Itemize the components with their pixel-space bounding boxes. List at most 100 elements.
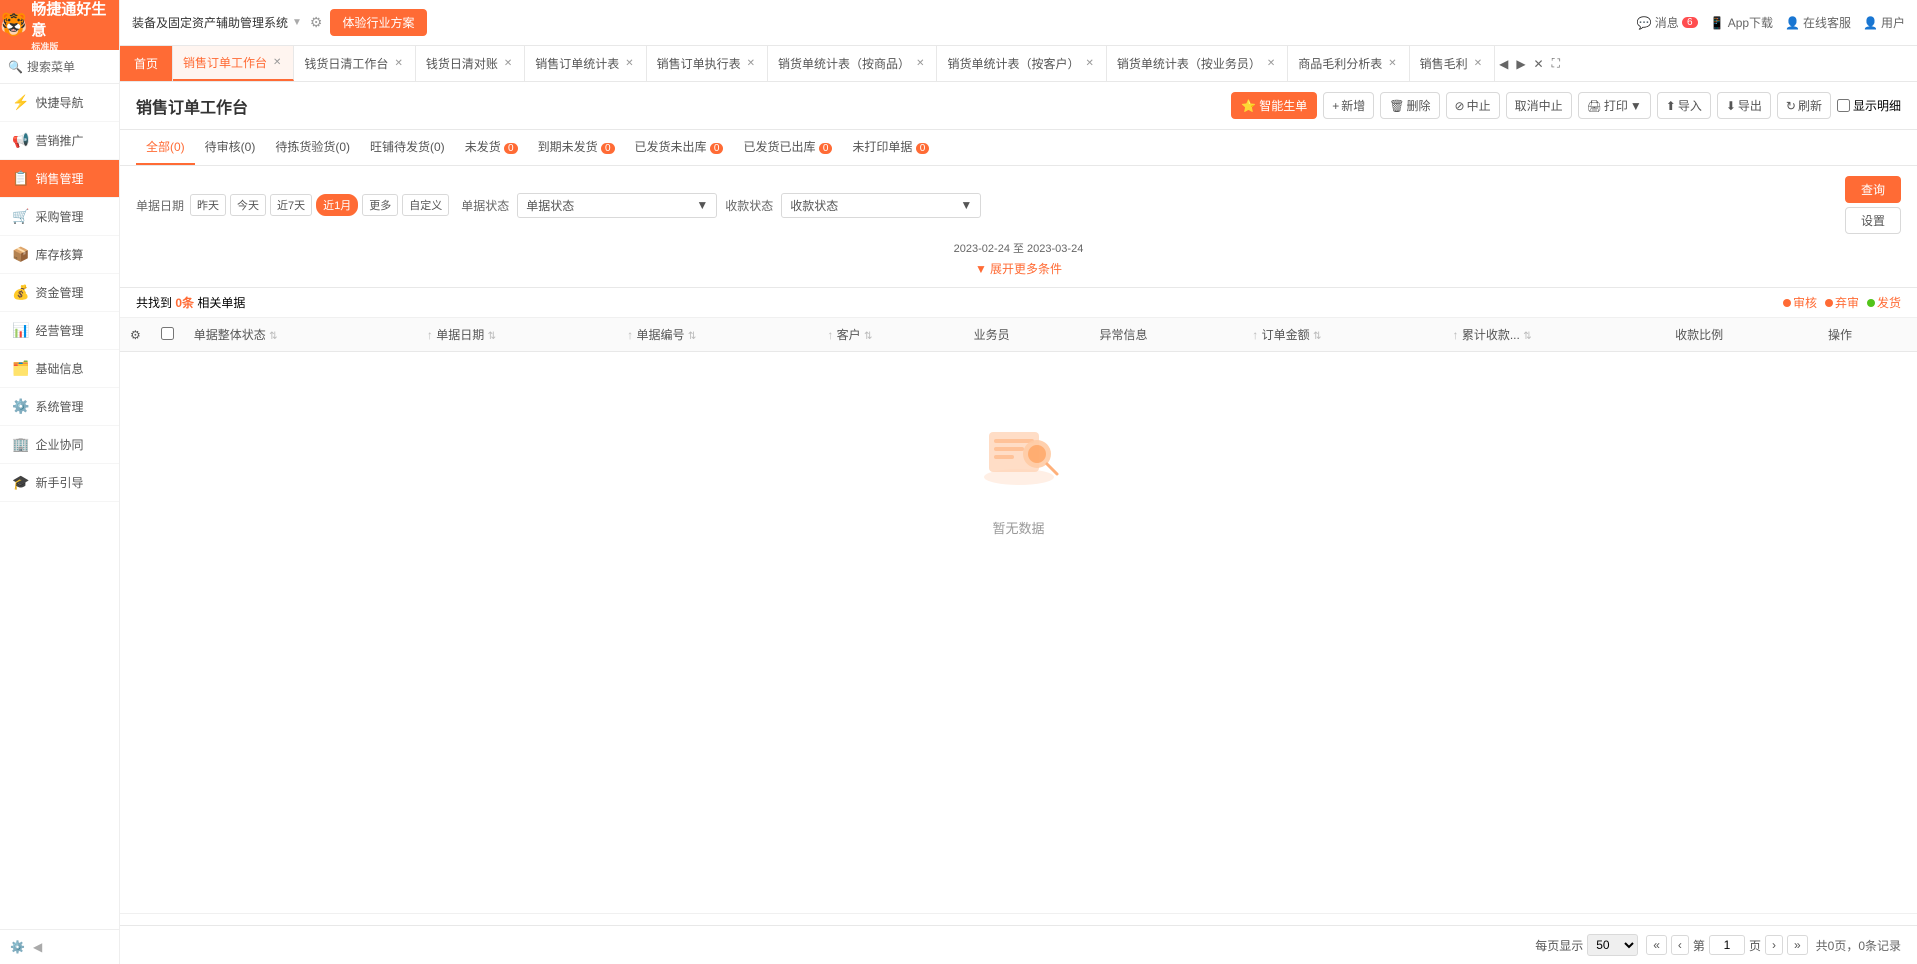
tab-sales-exec[interactable]: 销售订单执行表 ✕ (647, 46, 768, 81)
page-input[interactable] (1709, 935, 1745, 955)
per-page-select[interactable]: 10 20 50 100 (1587, 934, 1638, 956)
tab-sales-by-product[interactable]: 销货单统计表（按商品） ✕ (768, 46, 937, 81)
settings-icon[interactable]: ⚙️ (10, 940, 25, 954)
sidebar-item-sys-mgmt[interactable]: ⚙️ 系统管理 (0, 388, 119, 426)
system-selector[interactable]: 装备及固定资产辅助管理系统 ▼ (132, 14, 302, 31)
tab-sales-by-staff[interactable]: 销货单统计表（按业务员） ✕ (1107, 46, 1288, 81)
settings-gear-icon[interactable]: ⚙ (310, 14, 323, 31)
tab-cash-reconcile[interactable]: 钱货日清对账 ✕ (416, 46, 525, 81)
tab-sales-workbench[interactable]: 销售订单工作台 ✕ (173, 46, 294, 81)
status-filter-select[interactable]: 单据状态 ▼ (517, 193, 717, 218)
cancel-review-btn[interactable]: 弃审 (1825, 294, 1859, 311)
review-btn[interactable]: 审核 (1783, 294, 1817, 311)
tab-close-icon[interactable]: ✕ (1472, 56, 1484, 71)
expand-btn[interactable]: ▼ 展开更多条件 (975, 260, 1062, 277)
page-first-btn[interactable]: « (1646, 935, 1667, 955)
empty-illustration (969, 412, 1069, 508)
status-tab-pending-inspection[interactable]: 待拣货验货(0) (265, 130, 360, 165)
tab-close-icon[interactable]: ✕ (1386, 56, 1398, 71)
sidebar-item-enterprise[interactable]: 🏢 企业协同 (0, 426, 119, 464)
sidebar-item-sales-mgmt[interactable]: 📋 销售管理 (0, 160, 119, 198)
tab-close-icon[interactable]: ✕ (392, 56, 404, 71)
ship-btn[interactable]: 发货 (1867, 294, 1901, 311)
page-next-btn[interactable]: › (1765, 935, 1783, 955)
tab-close-all[interactable]: ✕ (1530, 46, 1548, 81)
tab-close-icon[interactable]: ✕ (914, 56, 926, 71)
user-btn[interactable]: 👤 用户 (1863, 14, 1905, 31)
sort-icon[interactable]: ⇅ (688, 331, 696, 342)
finance-icon: 💰 (12, 284, 29, 301)
print-btn[interactable]: 🖨 打印 ▼ (1578, 92, 1651, 119)
sidebar-item-finance[interactable]: 💰 资金管理 (0, 274, 119, 312)
tab-nav-prev[interactable]: ◀ (1495, 46, 1512, 81)
status-tab-wangpu[interactable]: 旺铺待发货(0) (360, 130, 455, 165)
sidebar-item-quick-nav[interactable]: ⚡ 快捷导航 (0, 84, 119, 122)
export-btn[interactable]: ⬇ 导出 (1717, 92, 1771, 119)
sidebar-item-sales-promo[interactable]: 📢 营销推广 (0, 122, 119, 160)
th-checkbox[interactable] (151, 318, 184, 352)
tab-close-icon[interactable]: ✕ (745, 56, 757, 71)
delete-btn[interactable]: 🗑 删除 (1380, 92, 1439, 119)
status-tab-all[interactable]: 全部(0) (136, 130, 195, 165)
th-gear[interactable]: ⚙ (120, 318, 151, 352)
stop-btn[interactable]: ⊘ 中止 (1446, 92, 1500, 119)
status-tab-not-printed[interactable]: 未打印单据 0 (842, 130, 939, 165)
sort-icon[interactable]: ⇅ (864, 331, 872, 342)
show-detail-checkbox[interactable] (1837, 99, 1850, 112)
set-btn[interactable]: 设置 (1845, 207, 1901, 234)
sidebar-item-purchase-mgmt[interactable]: 🛒 采购管理 (0, 198, 119, 236)
date-more-btn[interactable]: 更多 (362, 194, 398, 216)
horizontal-scrollbar[interactable] (120, 913, 1917, 925)
status-tab-shipped-out[interactable]: 已发货已出库 0 (733, 130, 842, 165)
sidebar-item-basic-info[interactable]: 🗂️ 基础信息 (0, 350, 119, 388)
tab-close-icon[interactable]: ✕ (502, 56, 514, 71)
sidebar-item-guide[interactable]: 🎓 新手引导 (0, 464, 119, 502)
sort-icon[interactable]: ⇅ (1313, 331, 1321, 342)
sidebar-item-inventory[interactable]: 📦 库存核算 (0, 236, 119, 274)
date-yesterday-btn[interactable]: 昨天 (190, 194, 226, 216)
tab-close-icon[interactable]: ✕ (1265, 56, 1277, 71)
tab-home[interactable]: 首页 (120, 46, 173, 81)
import-btn[interactable]: ⬆ 导入 (1657, 92, 1711, 119)
date-today-btn[interactable]: 今天 (230, 194, 266, 216)
status-tab-not-shipped[interactable]: 未发货 0 (455, 130, 528, 165)
tab-sales-gross[interactable]: 销售毛利 ✕ (1410, 46, 1495, 81)
status-tab-overdue[interactable]: 到期未发货 0 (528, 130, 625, 165)
sidebar-search[interactable]: 🔍 搜索菜单 (0, 50, 119, 84)
tab-cash-daily[interactable]: 钱货日清工作台 ✕ (294, 46, 415, 81)
online-service-btn[interactable]: 👤 在线客服 (1785, 14, 1851, 31)
sort-icon[interactable]: ⇅ (269, 331, 277, 342)
message-btn[interactable]: 💬 消息 6 (1637, 14, 1698, 31)
date-custom-btn[interactable]: 自定义 (402, 194, 449, 216)
trial-btn[interactable]: 体验行业方案 (330, 9, 426, 36)
status-tab-shipped-not-warehouse[interactable]: 已发货未出库 0 (625, 130, 734, 165)
status-tab-pending-review[interactable]: 待审核(0) (195, 130, 266, 165)
date-7days-btn[interactable]: 近7天 (270, 194, 312, 216)
page-prev-btn[interactable]: ‹ (1671, 935, 1689, 955)
tab-nav-next[interactable]: ▶ (1512, 46, 1529, 81)
app-download-btn[interactable]: 📱 App下载 (1710, 14, 1773, 31)
date-1month-btn[interactable]: 近1月 (316, 194, 358, 216)
refresh-btn[interactable]: ↻ 刷新 (1777, 92, 1831, 119)
tab-close-icon[interactable]: ✕ (623, 56, 635, 71)
sort-icon[interactable]: ⇅ (1523, 331, 1531, 342)
tab-close-icon[interactable]: ✕ (1083, 56, 1095, 71)
sidebar-item-operations[interactable]: 📊 经营管理 (0, 312, 119, 350)
sort-icon[interactable]: ⇅ (488, 331, 496, 342)
collapse-icon[interactable]: ◀ (33, 940, 42, 954)
add-btn[interactable]: + 新增 (1323, 92, 1374, 119)
tab-sales-by-customer[interactable]: 销货单统计表（按客户） ✕ (937, 46, 1106, 81)
table-scroll[interactable]: ⚙ 单据整体状态 ⇅ ↑ 单据日期 ⇅ (120, 318, 1917, 913)
page-last-btn[interactable]: » (1787, 935, 1808, 955)
payment-filter-select[interactable]: 收款状态 ▼ (781, 193, 981, 218)
select-all-checkbox[interactable] (161, 327, 174, 340)
show-detail-toggle[interactable]: 显示明细 (1837, 97, 1901, 114)
status-tab-overdue-label: 到期未发货 (538, 140, 598, 154)
tab-sales-stats[interactable]: 销售订单统计表 ✕ (525, 46, 646, 81)
tab-expand[interactable]: ⛶ (1548, 46, 1564, 81)
smart-generate-btn[interactable]: ⭐ 智能生单 (1231, 92, 1317, 119)
cancel-stop-btn[interactable]: 取消中止 (1506, 92, 1572, 119)
query-btn[interactable]: 查询 (1845, 176, 1901, 203)
tab-gross-profit[interactable]: 商品毛利分析表 ✕ (1288, 46, 1409, 81)
tab-close-icon[interactable]: ✕ (271, 55, 283, 70)
